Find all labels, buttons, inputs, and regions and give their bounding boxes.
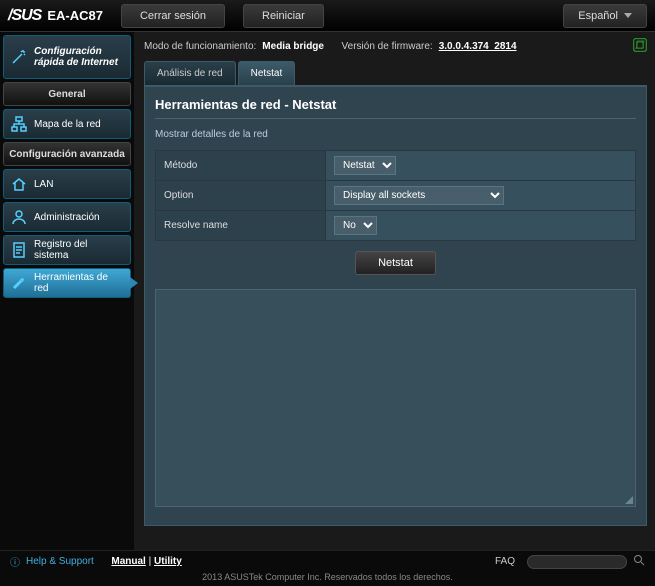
- sidebar-item-label: LAN: [34, 179, 53, 190]
- reboot-button[interactable]: Reiniciar: [243, 4, 324, 28]
- search-icon[interactable]: [633, 554, 645, 569]
- faq-link[interactable]: FAQ: [495, 556, 515, 567]
- sidebar-item-label: Mapa de la red: [34, 119, 101, 130]
- language-select[interactable]: Español: [563, 4, 647, 28]
- chevron-down-icon: [624, 13, 632, 18]
- copyright-text: 2013 ASUSTek Computer Inc. Reservados to…: [0, 572, 655, 586]
- search-input[interactable]: [527, 555, 627, 569]
- netstat-button[interactable]: Netstat: [355, 251, 436, 275]
- form-table: Método Netstat Option Display all socket…: [155, 150, 636, 241]
- firmware-link[interactable]: 3.0.0.4.374_2814: [439, 41, 517, 52]
- sidebar-item-quick-setup[interactable]: Configuración rápida de Internet: [3, 35, 131, 79]
- sidebar-item-label: Configuración rápida de Internet: [34, 46, 124, 68]
- document-icon: [10, 241, 28, 259]
- resolve-select[interactable]: No: [334, 216, 377, 235]
- main-panel: Herramientas de red - Netstat Mostrar de…: [144, 86, 647, 526]
- sidebar-item-syslog[interactable]: Registro del sistema: [3, 235, 131, 265]
- panel-title: Herramientas de red - Netstat: [155, 97, 636, 119]
- method-label: Método: [156, 151, 326, 181]
- sidebar: Configuración rápida de Internet General…: [0, 32, 134, 550]
- wand-icon: [10, 48, 28, 66]
- refresh-icon[interactable]: [633, 38, 647, 55]
- status-row: Modo de funcionamiento: Media bridge Ver…: [144, 38, 647, 55]
- network-icon: [10, 115, 28, 133]
- resolve-label: Resolve name: [156, 211, 326, 241]
- sidebar-item-lan[interactable]: LAN: [3, 169, 131, 199]
- sidebar-item-admin[interactable]: Administración: [3, 202, 131, 232]
- method-select[interactable]: Netstat: [334, 156, 396, 175]
- option-label: Option: [156, 181, 326, 211]
- sidebar-header-general: General: [3, 82, 131, 106]
- language-label: Español: [578, 10, 618, 22]
- logout-button[interactable]: Cerrar sesión: [121, 4, 225, 28]
- sidebar-item-network-map[interactable]: Mapa de la red: [3, 109, 131, 139]
- output-textarea[interactable]: [155, 289, 636, 507]
- content-area: Modo de funcionamiento: Media bridge Ver…: [134, 32, 655, 550]
- sidebar-item-label: Administración: [34, 212, 100, 223]
- sidebar-item-label: Herramientas de red: [34, 272, 124, 294]
- model-label: EA-AC87: [47, 8, 103, 23]
- home-icon: [10, 175, 28, 193]
- help-link[interactable]: Help & Support: [26, 556, 94, 567]
- wrench-icon: [10, 274, 28, 292]
- firmware-label: Versión de firmware:: [342, 41, 433, 52]
- help-icon: ⓘ: [10, 554, 20, 569]
- footer-bar: ⓘ Help & Support Manual | Utility FAQ: [0, 550, 655, 572]
- mode-label: Modo de funcionamiento:: [144, 41, 256, 52]
- sidebar-header-advanced: Configuración avanzada: [3, 142, 131, 166]
- user-icon: [10, 208, 28, 226]
- sidebar-item-network-tools[interactable]: Herramientas de red: [3, 268, 131, 298]
- mode-value[interactable]: Media bridge: [262, 41, 324, 52]
- utility-link[interactable]: Utility: [154, 556, 182, 567]
- manual-link[interactable]: Manual: [111, 556, 145, 567]
- option-select[interactable]: Display all sockets: [334, 186, 504, 205]
- brand-logo: /SUS: [8, 7, 41, 25]
- tab-network-analysis[interactable]: Análisis de red: [144, 61, 236, 85]
- top-bar: /SUS EA-AC87 Cerrar sesión Reiniciar Esp…: [0, 0, 655, 32]
- tab-bar: Análisis de red Netstat: [144, 61, 647, 86]
- sidebar-item-label: Registro del sistema: [34, 239, 124, 261]
- tab-netstat[interactable]: Netstat: [238, 61, 296, 85]
- panel-subtitle: Mostrar detalles de la red: [155, 129, 636, 140]
